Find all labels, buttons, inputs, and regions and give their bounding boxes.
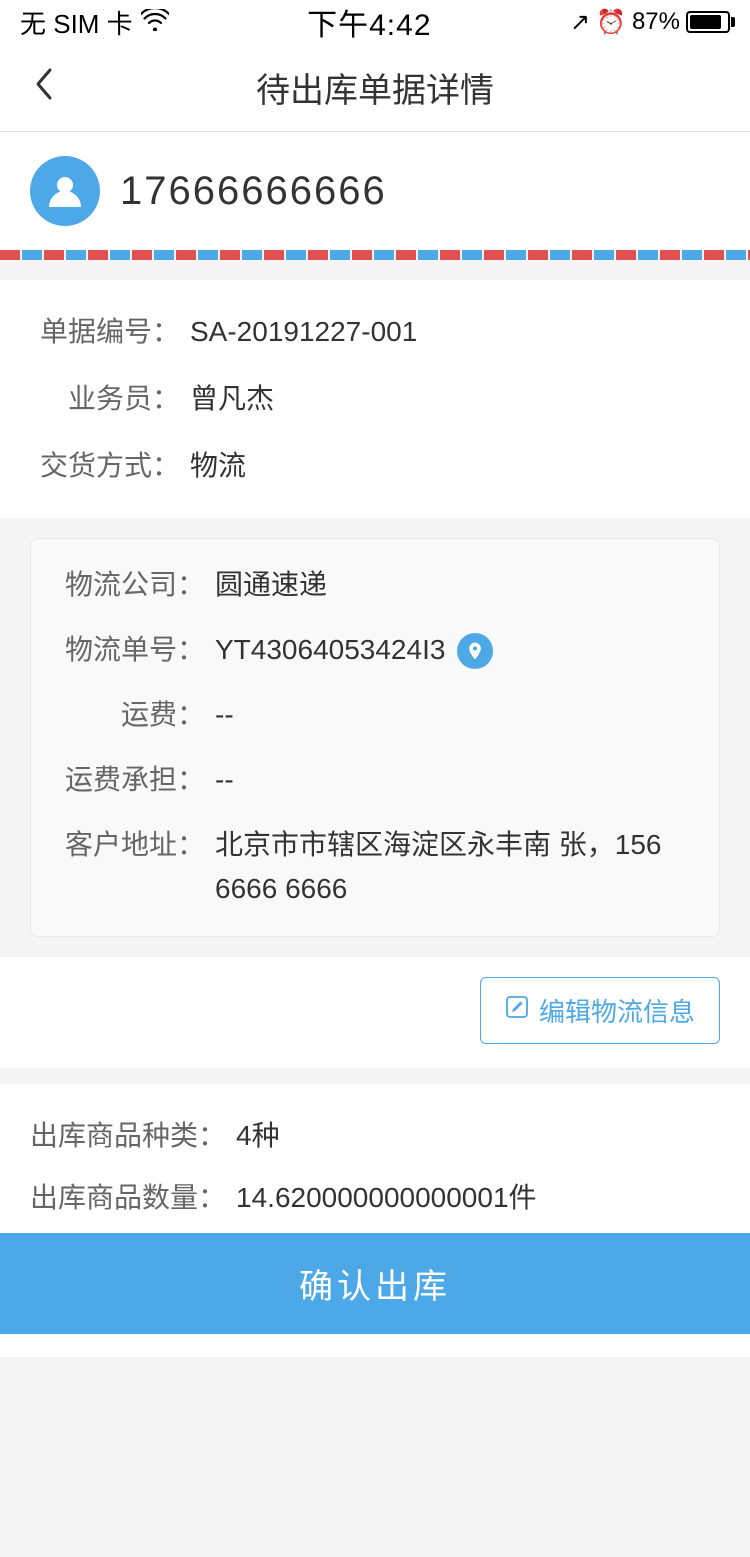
edit-btn-label: 编辑物流信息: [539, 992, 695, 1029]
address-row: 客户地址： 北京市市辖区海淀区永丰南 张，156 6666 6666: [55, 823, 695, 913]
dashed-separator: [0, 250, 750, 260]
freight-bearer-row: 运费承担： --: [55, 758, 695, 803]
logistics-company-value: 圆通速递: [215, 563, 695, 608]
content-spacer: [0, 1357, 750, 1557]
delivery-method-value: 物流: [190, 444, 720, 489]
delivery-method-label: 交货方式：: [30, 444, 190, 489]
product-type-label: 出库商品种类：: [30, 1114, 236, 1154]
tracking-location-icon[interactable]: [457, 633, 493, 669]
confirm-btn-label: 确认出库: [299, 1259, 451, 1308]
status-right: ↗ ⏰ 87%: [570, 8, 730, 37]
freight-bearer-value: --: [215, 758, 695, 803]
battery-percent: 87%: [632, 8, 680, 36]
product-quantity-value: 14.620000000000001件: [236, 1176, 537, 1216]
customer-phone: 17666666666: [120, 169, 387, 214]
product-quantity-row: 出库商品数量： 14.620000000000001件: [30, 1176, 720, 1216]
edit-icon: [505, 995, 529, 1026]
product-type-value: 4种: [236, 1114, 280, 1154]
product-section: 出库商品种类： 4种 出库商品数量： 14.620000000000001件: [0, 1084, 750, 1246]
avatar: [30, 156, 100, 226]
logistics-tracking-label: 物流单号：: [55, 628, 215, 673]
page-title: 待出库单据详情: [256, 63, 494, 112]
wifi-icon: [141, 7, 169, 38]
address-value: 北京市市辖区海淀区永丰南 张，156 6666 6666: [215, 823, 695, 913]
status-bar: 无 SIM 卡 下午4:42 ↗ ⏰ 87%: [0, 0, 750, 44]
freight-row: 运费： --: [55, 693, 695, 738]
salesperson-label: 业务员：: [30, 377, 190, 422]
product-quantity-label: 出库商品数量：: [30, 1176, 236, 1216]
content: 17666666666 单据编号： SA-20191227-001 业务员： 曾…: [0, 132, 750, 1557]
logistics-tracking-row: 物流单号： YT43064053424I3: [55, 628, 695, 673]
logistics-card: 物流公司： 圆通速递 物流单号： YT43064053424I3 运费： -- …: [30, 538, 720, 937]
battery-icon: [686, 11, 730, 33]
freight-value: --: [215, 693, 695, 738]
doc-number-value: SA-20191227-001: [190, 310, 720, 355]
salesperson-value: 曾凡杰: [190, 377, 720, 422]
status-time: 下午4:42: [307, 0, 431, 44]
delivery-method-row: 交货方式： 物流: [30, 444, 720, 489]
salesperson-row: 业务员： 曾凡杰: [30, 377, 720, 422]
edit-btn-container: 编辑物流信息: [0, 957, 750, 1068]
section-divider: [0, 1068, 750, 1084]
logistics-company-label: 物流公司：: [55, 563, 215, 608]
confirm-button[interactable]: 确认出库: [0, 1233, 750, 1334]
location-status-icon: ↗: [570, 8, 590, 37]
nav-bar: 待出库单据详情: [0, 44, 750, 132]
logistics-tracking-value: YT43064053424I3: [215, 628, 695, 673]
product-type-row: 出库商品种类： 4种: [30, 1114, 720, 1154]
carrier-text: 无 SIM 卡: [20, 4, 133, 41]
logistics-company-row: 物流公司： 圆通速递: [55, 563, 695, 608]
address-label: 客户地址：: [55, 823, 215, 868]
status-left: 无 SIM 卡: [20, 4, 169, 41]
order-info-section: 单据编号： SA-20191227-001 业务员： 曾凡杰 交货方式： 物流: [0, 280, 750, 518]
alarm-icon: ⏰: [596, 8, 626, 37]
back-button[interactable]: [30, 62, 58, 113]
doc-number-row: 单据编号： SA-20191227-001: [30, 310, 720, 355]
edit-logistics-button[interactable]: 编辑物流信息: [480, 977, 720, 1044]
doc-number-label: 单据编号：: [30, 310, 190, 355]
customer-header: 17666666666: [0, 132, 750, 250]
freight-label: 运费：: [55, 693, 215, 738]
freight-bearer-label: 运费承担：: [55, 758, 215, 803]
